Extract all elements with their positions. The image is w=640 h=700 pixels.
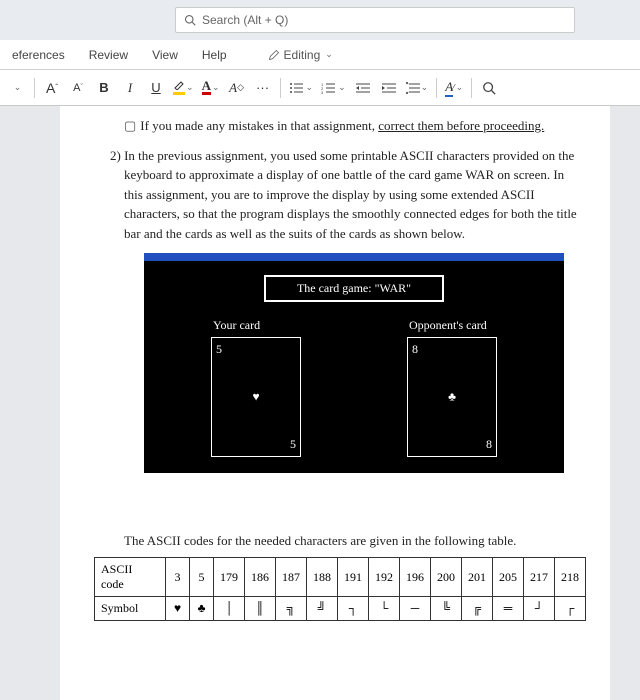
separator: [280, 78, 281, 98]
highlight-button[interactable]: ⌄: [169, 75, 198, 101]
underline-button[interactable]: U: [143, 75, 169, 101]
opponent-card-column: Opponent's card 8 ♣ 8: [407, 318, 497, 457]
decrease-indent-button[interactable]: [350, 75, 376, 101]
line-spacing-button[interactable]: ⌄: [402, 75, 433, 101]
numbering-button[interactable]: 123⌄: [317, 75, 350, 101]
font-color-button[interactable]: A⌄: [198, 75, 224, 101]
your-card-column: Your card 5 ♥ 5: [211, 318, 301, 457]
title-bar: Search (Alt + Q): [0, 0, 640, 40]
numbering-icon: 123: [321, 82, 337, 94]
bullets-button[interactable]: ⌄: [285, 75, 318, 101]
ribbon-toolbar: ⌄ Aˆ Aˇ B I U ⌄ A⌄ A◇ ··· ⌄ 123⌄ ⌄ A⁄⌄: [0, 70, 640, 106]
styles-button[interactable]: A⁄⌄: [441, 75, 467, 101]
paragraph-assignment-2: 2) In the previous assignment, you used …: [124, 146, 586, 244]
tab-review[interactable]: Review: [77, 40, 140, 69]
separator: [471, 78, 472, 98]
find-button[interactable]: [476, 75, 502, 101]
document-area[interactable]: ▢If you made any mistakes in that assign…: [0, 106, 640, 700]
search-icon: [482, 81, 496, 95]
your-card-label: Your card: [213, 318, 301, 333]
search-placeholder: Search (Alt + Q): [202, 13, 288, 27]
card-suit: ♥: [252, 390, 259, 405]
editing-label: Editing: [284, 48, 321, 62]
editing-mode-button[interactable]: Editing ⌄: [261, 45, 340, 65]
increase-indent-button[interactable]: [376, 75, 402, 101]
table-row: Symbol ♥ ♣ │ ║ ╗ ╝ ┐ └ ─ ╚ ╔ ═ ┘ ┌: [95, 597, 586, 621]
spacing-icon: [406, 82, 420, 94]
card-value-top: 5: [216, 342, 222, 357]
page: ▢If you made any mistakes in that assign…: [60, 106, 610, 700]
outdent-icon: [356, 82, 370, 94]
separator: [436, 78, 437, 98]
grow-font-button[interactable]: Aˆ: [39, 75, 65, 101]
your-card: 5 ♥ 5: [211, 337, 301, 457]
ascii-table: ASCII code 3 5 179 186 187 188 191 192 1…: [94, 557, 586, 621]
svg-text:3: 3: [321, 90, 324, 94]
paragraph-correction-note: ▢If you made any mistakes in that assign…: [124, 116, 586, 136]
console-screenshot: The card game: "WAR" Your card 5 ♥ 5 Opp…: [144, 253, 564, 473]
italic-button[interactable]: I: [117, 75, 143, 101]
card-suit: ♣: [448, 390, 456, 405]
bold-button[interactable]: B: [91, 75, 117, 101]
underlined-text: correct them before proceeding.: [378, 118, 544, 133]
shrink-font-button[interactable]: Aˇ: [65, 75, 91, 101]
search-icon: [184, 14, 196, 26]
tab-references[interactable]: eferences: [0, 40, 77, 69]
highlighter-icon: [173, 80, 185, 90]
more-button[interactable]: ···: [250, 75, 276, 101]
table-row: ASCII code 3 5 179 186 187 188 191 192 1…: [95, 558, 586, 597]
opponent-card-label: Opponent's card: [409, 318, 497, 333]
indent-icon: [382, 82, 396, 94]
separator: [34, 78, 35, 98]
console-title: The card game: "WAR": [264, 275, 444, 302]
format-dropdown[interactable]: ⌄: [4, 75, 30, 101]
pencil-icon: [268, 49, 280, 61]
chevron-down-icon: ⌄: [325, 49, 333, 60]
clear-formatting-button[interactable]: A◇: [224, 75, 250, 101]
search-box[interactable]: Search (Alt + Q): [175, 7, 575, 33]
checkbox-glyph: ▢: [124, 118, 136, 133]
row-label: Symbol: [95, 597, 166, 621]
tab-view[interactable]: View: [140, 40, 190, 69]
ribbon-tabs: eferences Review View Help Editing ⌄: [0, 40, 640, 70]
card-value-bottom: 5: [290, 437, 296, 452]
opponent-card: 8 ♣ 8: [407, 337, 497, 457]
bullets-icon: [289, 82, 305, 94]
table-lead-text: The ASCII codes for the needed character…: [124, 533, 586, 549]
tab-help[interactable]: Help: [190, 40, 239, 69]
card-value-bottom: 8: [486, 437, 492, 452]
row-label: ASCII code: [95, 558, 166, 597]
card-value-top: 8: [412, 342, 418, 357]
